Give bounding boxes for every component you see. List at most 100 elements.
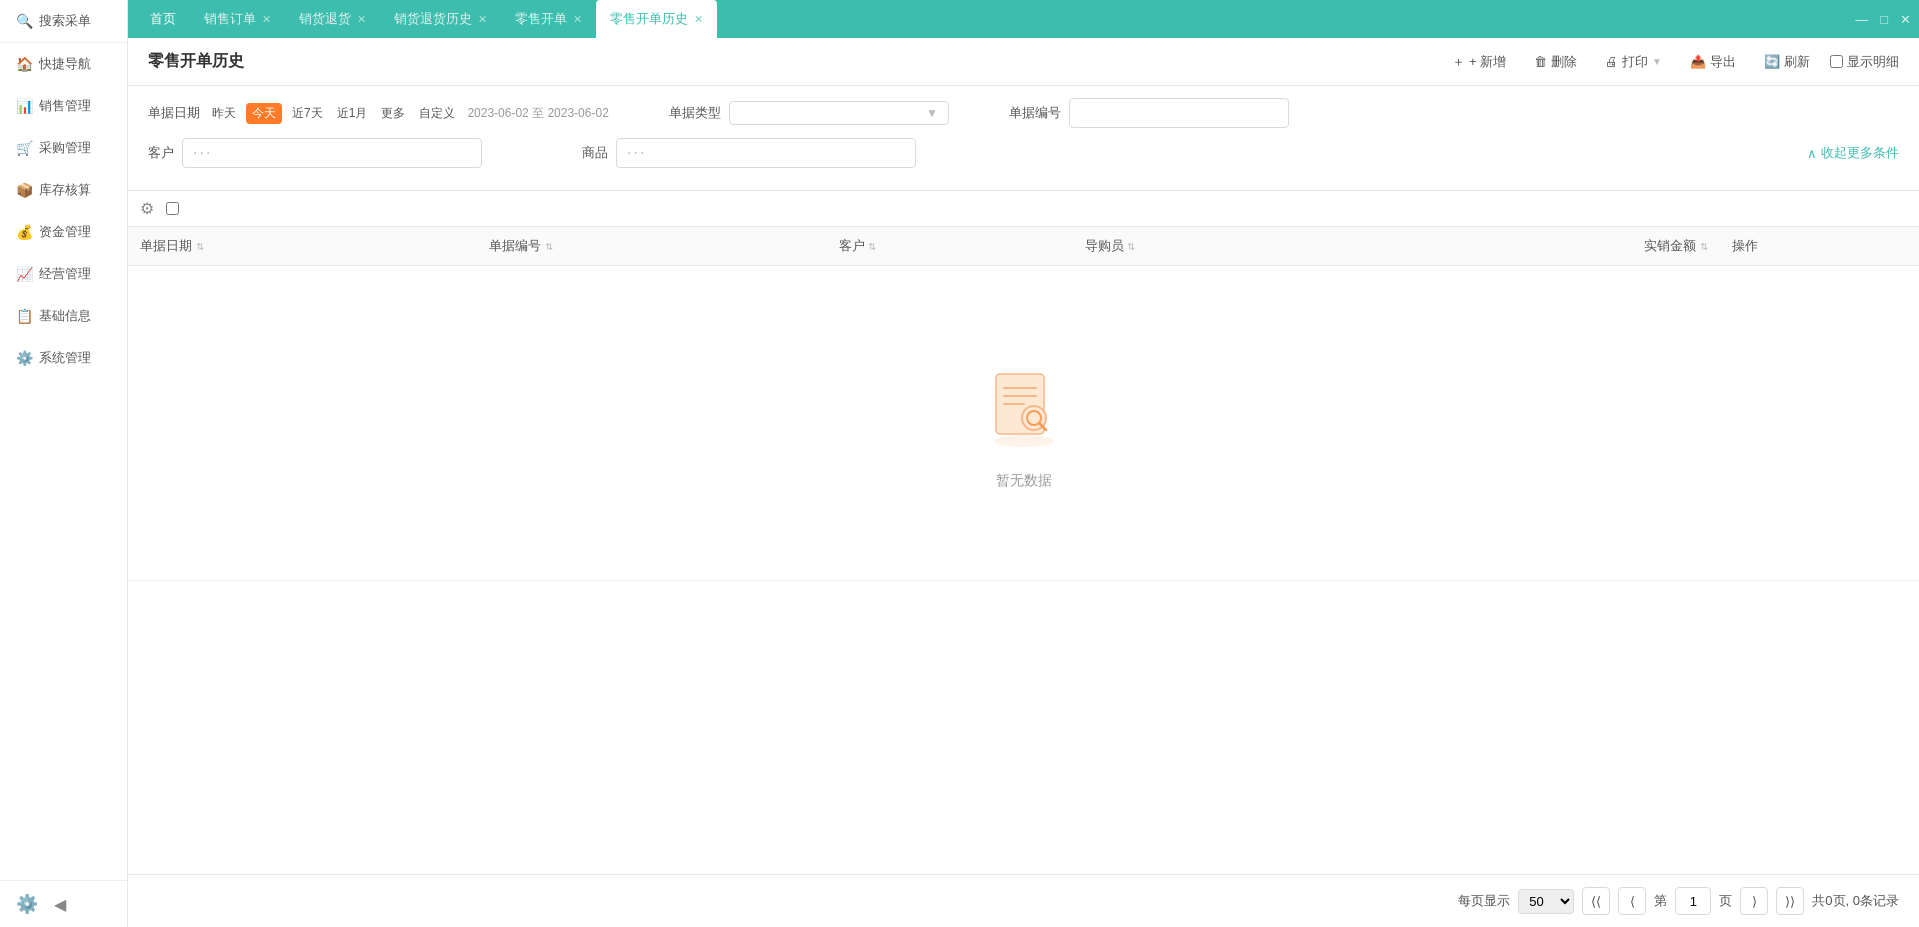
col-salesperson-label: 导购员 [1085,238,1128,253]
tab-sales-order[interactable]: 销售订单 ✕ [190,0,285,38]
shortcut-7days[interactable]: 近7天 [288,103,327,124]
sidebar-item-finance[interactable]: 💰 资金管理 [0,211,127,253]
sort-no-icon[interactable]: ⇅ [545,241,553,252]
customer-input[interactable]: ··· [182,138,482,168]
tab-retail-open[interactable]: 零售开单 ✕ [501,0,596,38]
col-customer: 客户 ⇅ [827,227,1073,266]
customer-label: 客户 [148,144,174,162]
shortcut-custom[interactable]: 自定义 [415,103,459,124]
filter-row-2: 客户 ··· 商品 ··· ∧ 收起更多条件 [148,138,1899,168]
col-action-label: 操作 [1732,238,1758,253]
shortcut-yesterday[interactable]: 昨天 [208,103,240,124]
sys-icon: ⚙️ [16,350,33,366]
empty-cell: 暂无数据 [128,266,1919,581]
sidebar-item-purchase-mgmt[interactable]: 🛒 采购管理 [0,127,127,169]
next-page-button[interactable]: ⟩ [1740,887,1768,915]
last-page-button[interactable]: ⟩⟩ [1776,887,1804,915]
window-close-icon[interactable]: ✕ [1900,12,1911,27]
tab-retail-open-history-label: 零售开单历史 [610,10,688,28]
col-action: 操作 [1720,227,1919,266]
svg-point-0 [994,435,1054,447]
close-icon[interactable]: ✕ [694,13,703,26]
search-icon: 🔍 [16,13,33,29]
select-all-checkbox[interactable] [166,202,179,215]
home-icon: 🏠 [16,56,33,72]
tab-sales-return[interactable]: 销货退货 ✕ [285,0,380,38]
shortcut-more[interactable]: 更多 [377,103,409,124]
order-type-label: 单据类型 [669,104,721,122]
tab-sales-return-history-label: 销货退货历史 [394,10,472,28]
pagination: 每页显示 20 50 100 ⟨⟨ ⟨ 第 页 ⟩ ⟩⟩ 共0页, 0条记录 [128,874,1919,927]
data-table: 单据日期 ⇅ 单据编号 ⇅ 客户 ⇅ 导购员 ⇅ [128,227,1919,581]
export-button[interactable]: 📤 导出 [1682,49,1744,75]
delete-button[interactable]: 🗑 删除 [1526,49,1585,75]
sidebar-item-basic-info[interactable]: 📋 基础信息 [0,295,127,337]
header-actions: ＋ + 新增 🗑 删除 🖨 打印 ▼ 📤 导出 🔄 刷新 [1444,49,1899,75]
operations-icon: 📈 [16,266,33,282]
refresh-button[interactable]: 🔄 刷新 [1756,49,1818,75]
table-container: ⚙ 单据日期 ⇅ 单据编号 ⇅ 客户 ⇅ [128,191,1919,874]
delete-icon: 🗑 [1534,54,1547,69]
tab-sales-return-history[interactable]: 销货退货历史 ✕ [380,0,501,38]
tab-home-label: 首页 [150,10,176,28]
first-page-button[interactable]: ⟨⟨ [1582,887,1610,915]
close-icon[interactable]: ✕ [478,13,487,26]
sidebar-search[interactable]: 🔍 搜索采单 [0,0,127,43]
per-page-label: 每页显示 [1458,892,1510,910]
date-range-text: 2023-06-02 至 2023-06-02 [467,105,608,122]
window-minimize-icon[interactable]: — [1855,12,1868,27]
customer-dots: ··· [193,144,212,162]
page-number-input[interactable] [1675,887,1711,915]
print-label: 打印 [1622,53,1648,71]
per-page-select[interactable]: 20 50 100 [1518,889,1574,914]
tab-retail-open-history[interactable]: 零售开单历史 ✕ [596,0,717,38]
show-detail-input[interactable] [1830,55,1843,68]
sidebar-item-quick-nav[interactable]: 🏠 快捷导航 [0,43,127,85]
shortcut-1month[interactable]: 近1月 [333,103,372,124]
date-shortcuts: 昨天 今天 近7天 近1月 更多 自定义 [208,103,459,124]
settings-icon[interactable]: ⚙️ [16,893,38,915]
print-button[interactable]: 🖨 打印 ▼ [1597,49,1670,75]
close-icon[interactable]: ✕ [357,13,366,26]
collapse-button[interactable]: ∧ 收起更多条件 [1807,144,1899,162]
tab-home[interactable]: 首页 [136,0,190,38]
finance-icon: 💰 [16,224,33,240]
col-amount-label: 实销金额 [1644,238,1700,253]
shortcut-today[interactable]: 今天 [246,103,282,124]
order-no-input[interactable] [1069,98,1289,128]
filter-customer: 客户 ··· [148,138,482,168]
sidebar-item-sys-mgmt[interactable]: ⚙️ 系统管理 [0,337,127,379]
sidebar-item-label: 经营管理 [39,265,91,283]
sidebar-item-operations[interactable]: 📈 经营管理 [0,253,127,295]
sort-amount-icon[interactable]: ⇅ [1700,241,1708,252]
prev-page-button[interactable]: ⟨ [1618,887,1646,915]
filter-date: 单据日期 昨天 今天 近7天 近1月 更多 自定义 2023-06-02 至 2… [148,103,609,124]
order-no-label: 单据编号 [1009,104,1061,122]
column-settings-icon[interactable]: ⚙ [140,199,154,218]
show-detail-checkbox[interactable]: 显示明细 [1830,53,1899,71]
sort-customer-icon[interactable]: ⇅ [868,241,876,252]
collapse-icon[interactable]: ◀ [54,895,66,914]
sort-date-icon[interactable]: ⇅ [196,241,204,252]
sort-salesperson-icon[interactable]: ⇅ [1127,241,1135,252]
basic-icon: 📋 [16,308,33,324]
col-salesperson: 导购员 ⇅ [1073,227,1371,266]
window-maximize-icon[interactable]: □ [1880,12,1888,27]
col-no: 单据编号 ⇅ [477,227,826,266]
col-no-label: 单据编号 [489,238,545,253]
add-icon: ＋ [1452,53,1465,71]
sidebar-item-label: 销售管理 [39,97,91,115]
goods-input[interactable]: ··· [616,138,916,168]
col-amount: 实销金额 ⇅ [1370,227,1719,266]
filter-area: 单据日期 昨天 今天 近7天 近1月 更多 自定义 2023-06-02 至 2… [128,86,1919,191]
refresh-label: 刷新 [1784,53,1810,71]
print-icon: 🖨 [1605,54,1618,69]
close-icon[interactable]: ✕ [262,13,271,26]
sidebar-item-inventory[interactable]: 📦 库存核算 [0,169,127,211]
order-type-select[interactable]: ▼ [729,101,949,125]
sidebar-item-sales-mgmt[interactable]: 📊 销售管理 [0,85,127,127]
table-body: 暂无数据 [128,266,1919,581]
add-button[interactable]: ＋ + 新增 [1444,49,1514,75]
close-icon[interactable]: ✕ [573,13,582,26]
page-word: 第 [1654,892,1667,910]
